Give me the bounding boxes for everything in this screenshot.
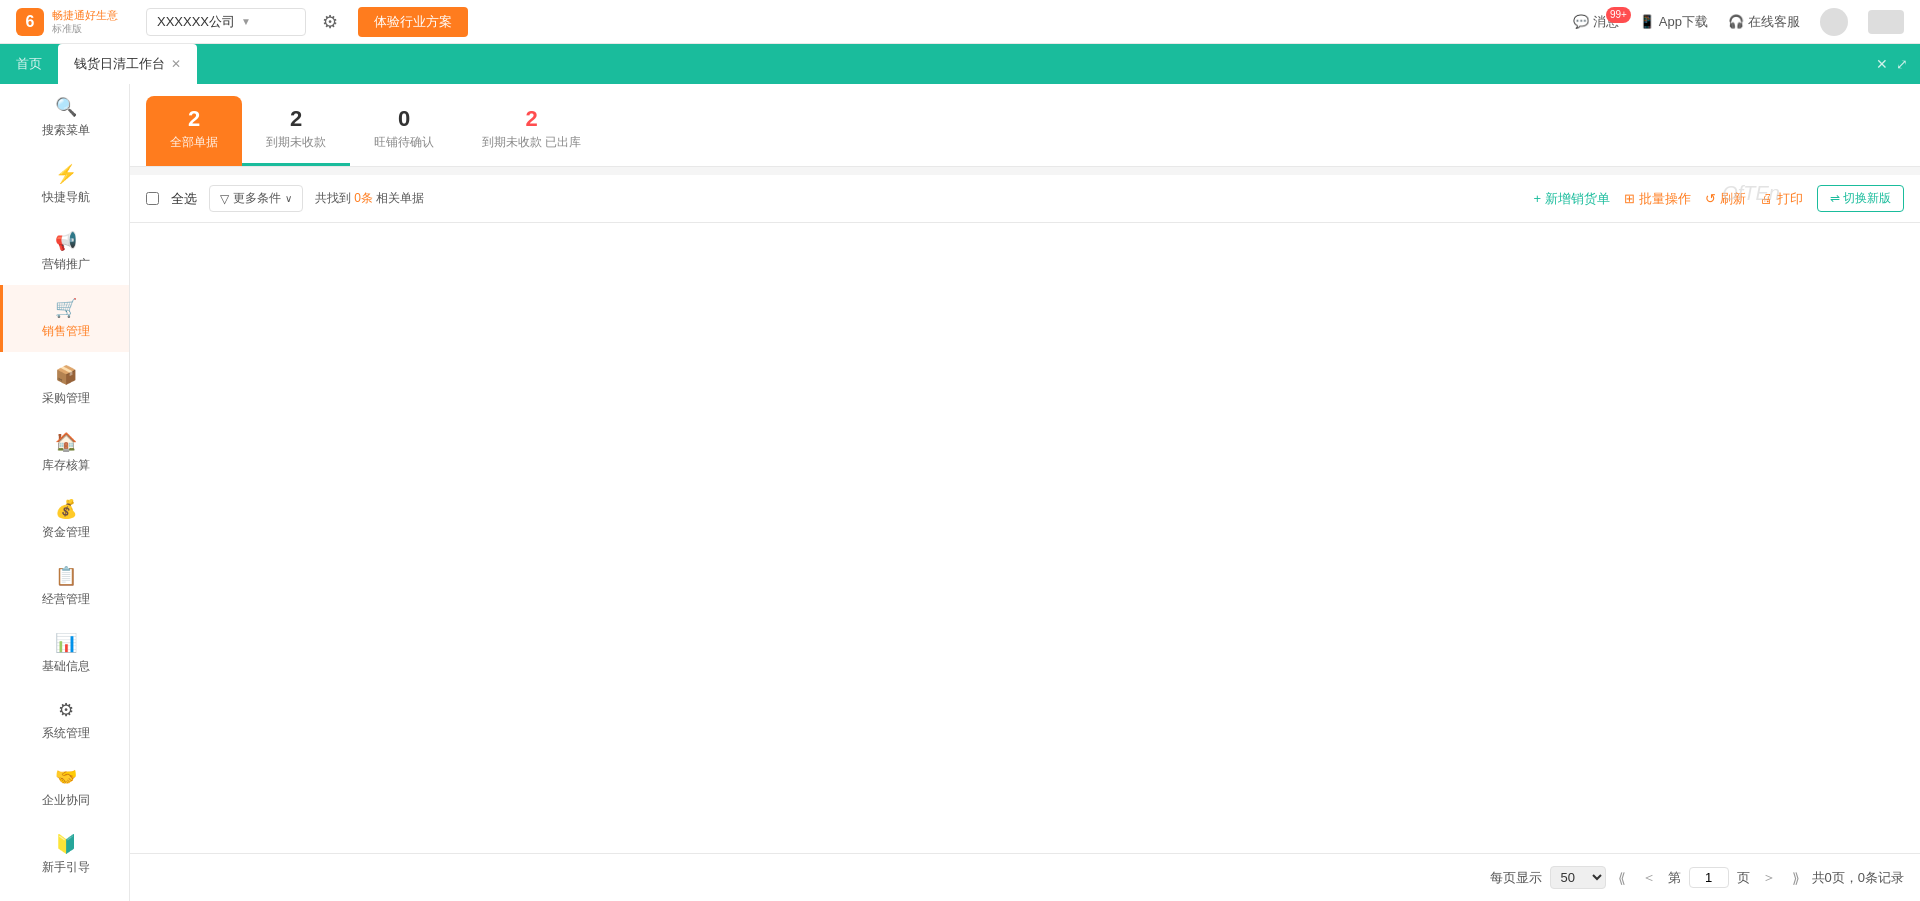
search-icon: 🔍 — [55, 96, 77, 118]
tab-home[interactable]: 首页 — [0, 44, 58, 84]
total-info: 共0页，0条记录 — [1812, 869, 1904, 887]
finance-icon: 💰 — [55, 498, 77, 520]
filter-arrow-icon: ∨ — [285, 193, 292, 204]
sidebar-item-inventory[interactable]: 🏠 库存核算 — [0, 419, 129, 486]
page-next-icon[interactable]: ＞ — [1758, 867, 1780, 889]
logo-text: 畅捷通好生意 标准版 — [52, 8, 118, 35]
tab-expand-icon[interactable]: ⤢ — [1896, 56, 1908, 72]
switch-version-button[interactable]: ⇌ 切换新版 — [1817, 185, 1904, 212]
sidebar-item-marketing[interactable]: 📢 营销推广 — [0, 218, 129, 285]
download-icon: 📱 — [1639, 14, 1655, 29]
company-selector[interactable]: XXXXXX公司 ▼ — [146, 8, 306, 36]
pagination-bar: 每页显示 50 20 100 ⟪ ＜ 第 页 ＞ ⟫ 共0页，0条记录 — [130, 853, 1920, 901]
sidebar-item-app-center[interactable]: 📱 应用中心 — [0, 888, 129, 901]
stat-tab-wangpu[interactable]: 0 旺铺待确认 — [350, 96, 458, 166]
logo-area: 6 畅捷通好生意 标准版 — [16, 8, 146, 36]
filter-icon: ▽ — [220, 192, 229, 206]
sidebar-item-quick-nav[interactable]: ⚡ 快捷导航 — [0, 151, 129, 218]
stat-tab-overdue-shipped[interactable]: 2 到期未收款 已出库 — [458, 96, 605, 166]
logo-icon: 6 — [16, 8, 44, 36]
chevron-down-icon: ▼ — [241, 16, 251, 27]
tab-minimize-icon[interactable]: ✕ — [1876, 56, 1888, 72]
tab-bar-actions: ✕ ⤢ — [1876, 56, 1920, 72]
main-layout: 🔍 搜索菜单 ⚡ 快捷导航 📢 营销推广 🛒 销售管理 📦 采购管理 🏠 库存核… — [0, 84, 1920, 901]
print-icon: 🖨 — [1760, 191, 1773, 206]
service-icon: 🎧 — [1728, 14, 1744, 29]
settings-button[interactable]: ⚙ — [314, 6, 346, 38]
sidebar-item-basic-info[interactable]: 📊 基础信息 — [0, 620, 129, 687]
page-input[interactable] — [1689, 867, 1729, 888]
message-icon: 💬 — [1573, 14, 1589, 29]
switch-icon: ⇌ — [1830, 191, 1840, 205]
guide-icon: 🔰 — [55, 833, 77, 855]
avatar[interactable] — [1820, 8, 1848, 36]
online-service-button[interactable]: 🎧 在线客服 — [1728, 13, 1800, 31]
page-label2: 页 — [1737, 869, 1750, 887]
stat-tab-all[interactable]: 2 全部单据 — [146, 96, 242, 166]
new-order-button[interactable]: + 新增销货单 — [1533, 190, 1609, 208]
experience-button[interactable]: 体验行业方案 — [358, 7, 468, 37]
purchase-icon: 📦 — [55, 364, 77, 386]
sidebar-item-search[interactable]: 🔍 搜索菜单 — [0, 84, 129, 151]
app-download-button[interactable]: 📱 App下载 — [1639, 13, 1708, 31]
sales-icon: 🛒 — [55, 297, 77, 319]
refresh-button[interactable]: ↺ 刷新 — [1705, 190, 1746, 208]
user-name-placeholder — [1868, 10, 1904, 34]
top-header: 6 畅捷通好生意 标准版 XXXXXX公司 ▼ ⚙ 体验行业方案 💬 消息 99… — [0, 0, 1920, 44]
sidebar-item-sales[interactable]: 🛒 销售管理 — [0, 285, 129, 352]
tab-bar: 首页 钱货日清工作台 ✕ ✕ ⤢ — [0, 44, 1920, 84]
found-info: 共找到 0条 相关单据 — [315, 190, 424, 207]
basic-info-icon: 📊 — [55, 632, 77, 654]
sidebar-item-operations[interactable]: 📋 经营管理 — [0, 553, 129, 620]
print-button[interactable]: 🖨 打印 — [1760, 190, 1803, 208]
per-page-select[interactable]: 50 20 100 — [1550, 866, 1606, 889]
content-area: 2 全部单据 2 到期未收款 0 旺铺待确认 2 到期未收款 已出库 全选 ▽ … — [130, 84, 1920, 901]
toolbar: 全选 ▽ 更多条件 ∨ 共找到 0条 相关单据 + 新增销货单 ⊞ 批量操作 — [130, 175, 1920, 223]
sidebar: 🔍 搜索菜单 ⚡ 快捷导航 📢 营销推广 🛒 销售管理 📦 采购管理 🏠 库存核… — [0, 84, 130, 901]
page-first-icon[interactable]: ⟪ — [1614, 868, 1630, 888]
sidebar-item-purchase[interactable]: 📦 采购管理 — [0, 352, 129, 419]
toolbar-right: + 新增销货单 ⊞ 批量操作 ↺ 刷新 🖨 打印 ⇌ 切换新版 — [1533, 185, 1904, 212]
company-name: XXXXXX公司 — [157, 13, 235, 31]
stats-tabs: 2 全部单据 2 到期未收款 0 旺铺待确认 2 到期未收款 已出库 — [130, 84, 1920, 167]
sidebar-item-enterprise[interactable]: 🤝 企业协同 — [0, 754, 129, 821]
page-label: 第 — [1668, 869, 1681, 887]
select-all-label: 全选 — [171, 190, 197, 208]
inventory-icon: 🏠 — [55, 431, 77, 453]
more-filter-button[interactable]: ▽ 更多条件 ∨ — [209, 185, 303, 212]
message-button[interactable]: 💬 消息 99+ — [1573, 13, 1619, 31]
sidebar-item-finance[interactable]: 💰 资金管理 — [0, 486, 129, 553]
quick-nav-icon: ⚡ — [55, 163, 77, 185]
batch-button[interactable]: ⊞ 批量操作 — [1624, 190, 1691, 208]
tab-close-icon[interactable]: ✕ — [171, 57, 181, 71]
tab-workbench[interactable]: 钱货日清工作台 ✕ — [58, 44, 197, 84]
page-prev-icon[interactable]: ＜ — [1638, 867, 1660, 889]
message-badge: 99+ — [1606, 7, 1631, 23]
batch-icon: ⊞ — [1624, 191, 1635, 206]
header-right: 💬 消息 99+ 📱 App下载 🎧 在线客服 — [1573, 8, 1904, 36]
table-area — [130, 223, 1920, 853]
marketing-icon: 📢 — [55, 230, 77, 252]
operations-icon: 📋 — [55, 565, 77, 587]
select-all-checkbox[interactable] — [146, 192, 159, 205]
sidebar-item-guide[interactable]: 🔰 新手引导 — [0, 821, 129, 888]
per-page-label: 每页显示 — [1490, 869, 1542, 887]
page-last-icon[interactable]: ⟫ — [1788, 868, 1804, 888]
enterprise-icon: 🤝 — [55, 766, 77, 788]
stat-tab-overdue[interactable]: 2 到期未收款 — [242, 96, 350, 166]
sidebar-item-system[interactable]: ⚙ 系统管理 — [0, 687, 129, 754]
refresh-icon: ↺ — [1705, 191, 1716, 206]
system-icon: ⚙ — [58, 699, 74, 721]
